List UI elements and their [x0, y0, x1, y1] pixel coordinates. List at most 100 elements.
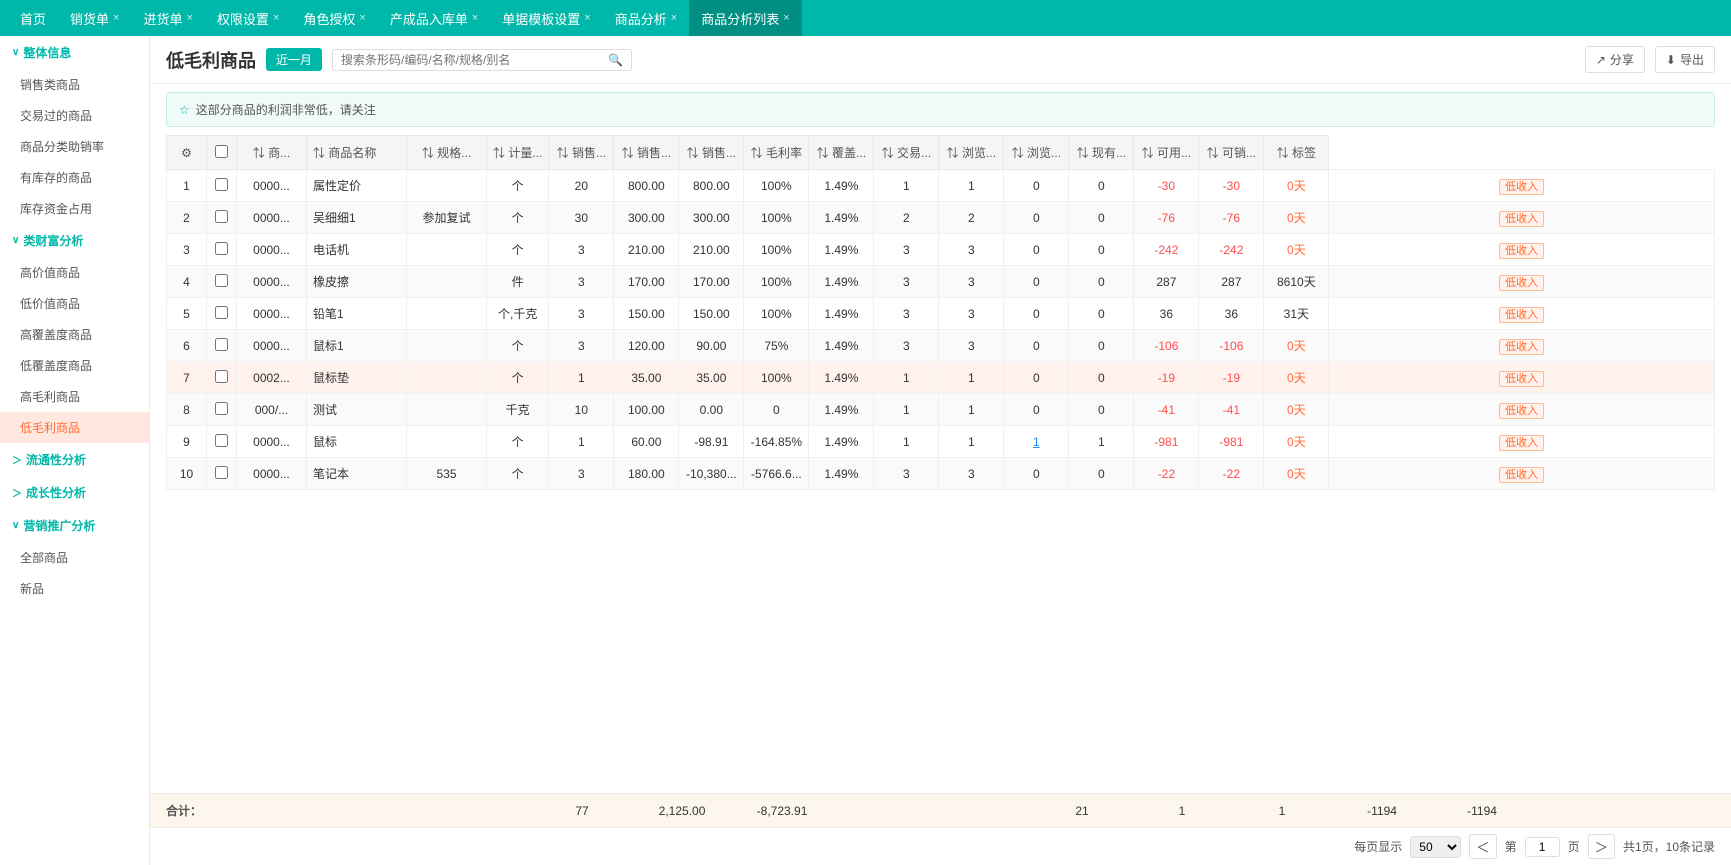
prev-page-button[interactable]: ＜ [1469, 834, 1496, 859]
close-icon[interactable]: × [186, 12, 192, 24]
filter-recent-month-button[interactable]: 近一月 [266, 48, 322, 71]
th-available[interactable]: ⇅ 可用... [1134, 136, 1199, 170]
cell-browse1[interactable]: 1 [1004, 426, 1069, 458]
close-icon[interactable]: × [783, 12, 789, 24]
page-size-select[interactable]: 50 10 20 100 [1410, 836, 1461, 858]
row-checkbox[interactable] [215, 306, 228, 319]
sidebar-item-stocked-products[interactable]: 有库存的商品 [0, 162, 149, 193]
cell-browse1[interactable]: 0 [1004, 394, 1069, 426]
cell-browse1[interactable]: 0 [1004, 330, 1069, 362]
nav-home[interactable]: 首页 [8, 0, 58, 36]
sidebar-item-low-value[interactable]: 低价值商品 [0, 288, 149, 319]
cell-qty: 30 [549, 202, 614, 234]
cell-sellable: 8610天 [1264, 266, 1329, 298]
sidebar-item-sales-products[interactable]: 销售类商品 [0, 69, 149, 100]
sidebar-item-traded-products[interactable]: 交易过的商品 [0, 100, 149, 131]
select-all-checkbox[interactable] [215, 145, 228, 158]
sidebar-group-growth[interactable]: ＞ 成长性分析 [0, 476, 149, 509]
cell-browse1[interactable]: 0 [1004, 234, 1069, 266]
th-qty[interactable]: ⇅ 销售... [549, 136, 614, 170]
th-name[interactable]: ⇅ 商品名称 [307, 136, 407, 170]
cell-browse1[interactable]: 0 [1004, 362, 1069, 394]
sidebar-item-high-value[interactable]: 高价值商品 [0, 257, 149, 288]
row-checkbox[interactable] [215, 370, 228, 383]
nav-product-analysis[interactable]: 商品分析 × [603, 0, 689, 36]
sidebar-item-high-coverage[interactable]: 高覆盖度商品 [0, 319, 149, 350]
cell-check[interactable] [207, 426, 237, 458]
nav-sales-order[interactable]: 销货单 × [58, 0, 131, 36]
sidebar-item-all-products[interactable]: 全部商品 [0, 542, 149, 573]
cell-check[interactable] [207, 170, 237, 202]
nav-role-auth[interactable]: 角色授权 × [291, 0, 377, 36]
cell-check[interactable] [207, 362, 237, 394]
row-checkbox[interactable] [215, 274, 228, 287]
sidebar-item-low-coverage[interactable]: 低覆盖度商品 [0, 350, 149, 381]
th-code[interactable]: ⇅ 商... [237, 136, 307, 170]
close-icon[interactable]: × [113, 12, 119, 24]
th-browse1[interactable]: ⇅ 浏览... [939, 136, 1004, 170]
search-input[interactable] [341, 53, 608, 67]
row-checkbox[interactable] [215, 178, 228, 191]
th-coverage[interactable]: ⇅ 覆盖... [809, 136, 874, 170]
cell-check[interactable] [207, 330, 237, 362]
cell-browse1[interactable]: 0 [1004, 202, 1069, 234]
th-tag[interactable]: ⇅ 标签 [1264, 136, 1329, 170]
cell-browse1[interactable]: 0 [1004, 170, 1069, 202]
cell-browse2: 0 [1069, 266, 1134, 298]
cell-check[interactable] [207, 234, 237, 266]
th-profit-rate[interactable]: ⇅ 毛利率 [744, 136, 809, 170]
page-size-label: 每页显示 [1354, 838, 1402, 855]
search-icon[interactable]: 🔍 [608, 53, 623, 67]
th-spec[interactable]: ⇅ 规格... [407, 136, 487, 170]
row-checkbox[interactable] [215, 210, 228, 223]
sidebar-item-high-margin[interactable]: 高毛利商品 [0, 381, 149, 412]
nav-product-inbound[interactable]: 产成品入库单 × [378, 0, 490, 36]
cell-check[interactable] [207, 298, 237, 330]
th-browse2[interactable]: ⇅ 浏览... [1004, 136, 1069, 170]
row-checkbox[interactable] [215, 242, 228, 255]
row-checkbox[interactable] [215, 338, 228, 351]
th-seq[interactable]: ⚙ [167, 136, 207, 170]
sidebar-group-overall[interactable]: ∨ 整体信息 [0, 36, 149, 69]
th-check[interactable] [207, 136, 237, 170]
cell-coverage: 2 [874, 202, 939, 234]
chevron-down-icon: ∨ [12, 520, 19, 531]
nav-template-settings[interactable]: 单据模板设置 × [490, 0, 602, 36]
sidebar-item-stock-capital[interactable]: 库存资金占用 [0, 193, 149, 224]
sidebar-item-category-rate[interactable]: 商品分类助销率 [0, 131, 149, 162]
close-icon[interactable]: × [584, 12, 590, 24]
row-checkbox[interactable] [215, 402, 228, 415]
close-icon[interactable]: × [359, 12, 365, 24]
share-button[interactable]: ↗ 分享 [1585, 46, 1645, 73]
export-button[interactable]: ⬇ 导出 [1655, 46, 1715, 73]
close-icon[interactable]: × [273, 12, 279, 24]
th-unit[interactable]: ⇅ 计量... [487, 136, 549, 170]
close-icon[interactable]: × [472, 12, 478, 24]
page-number-input[interactable] [1525, 837, 1560, 857]
nav-product-analysis-list[interactable]: 商品分析列表 × [689, 0, 801, 36]
sidebar-group-marketing[interactable]: ∨ 营销推广分析 [0, 509, 149, 542]
settings-icon[interactable]: ⚙ [181, 146, 192, 160]
nav-permissions[interactable]: 权限设置 × [205, 0, 291, 36]
close-icon[interactable]: × [671, 12, 677, 24]
sidebar-group-circulation[interactable]: ＞ 流通性分析 [0, 443, 149, 476]
cell-check[interactable] [207, 394, 237, 426]
th-price[interactable]: ⇅ 销售... [614, 136, 679, 170]
cell-check[interactable] [207, 458, 237, 490]
row-checkbox[interactable] [215, 434, 228, 447]
th-sales[interactable]: ⇅ 销售... [679, 136, 744, 170]
cell-browse1[interactable]: 0 [1004, 458, 1069, 490]
sidebar-item-low-margin[interactable]: 低毛利商品 [0, 412, 149, 443]
sidebar-group-wealth[interactable]: ∨ 类财富分析 [0, 224, 149, 257]
cell-browse1[interactable]: 0 [1004, 266, 1069, 298]
cell-check[interactable] [207, 202, 237, 234]
cell-check[interactable] [207, 266, 237, 298]
row-checkbox[interactable] [215, 466, 228, 479]
next-page-button[interactable]: ＞ [1588, 834, 1615, 859]
th-transactions[interactable]: ⇅ 交易... [874, 136, 939, 170]
nav-purchase-order[interactable]: 进货单 × [131, 0, 204, 36]
th-stock[interactable]: ⇅ 现有... [1069, 136, 1134, 170]
th-sellable[interactable]: ⇅ 可销... [1199, 136, 1264, 170]
sidebar-item-new-products[interactable]: 新品 [0, 573, 149, 604]
cell-browse1[interactable]: 0 [1004, 298, 1069, 330]
